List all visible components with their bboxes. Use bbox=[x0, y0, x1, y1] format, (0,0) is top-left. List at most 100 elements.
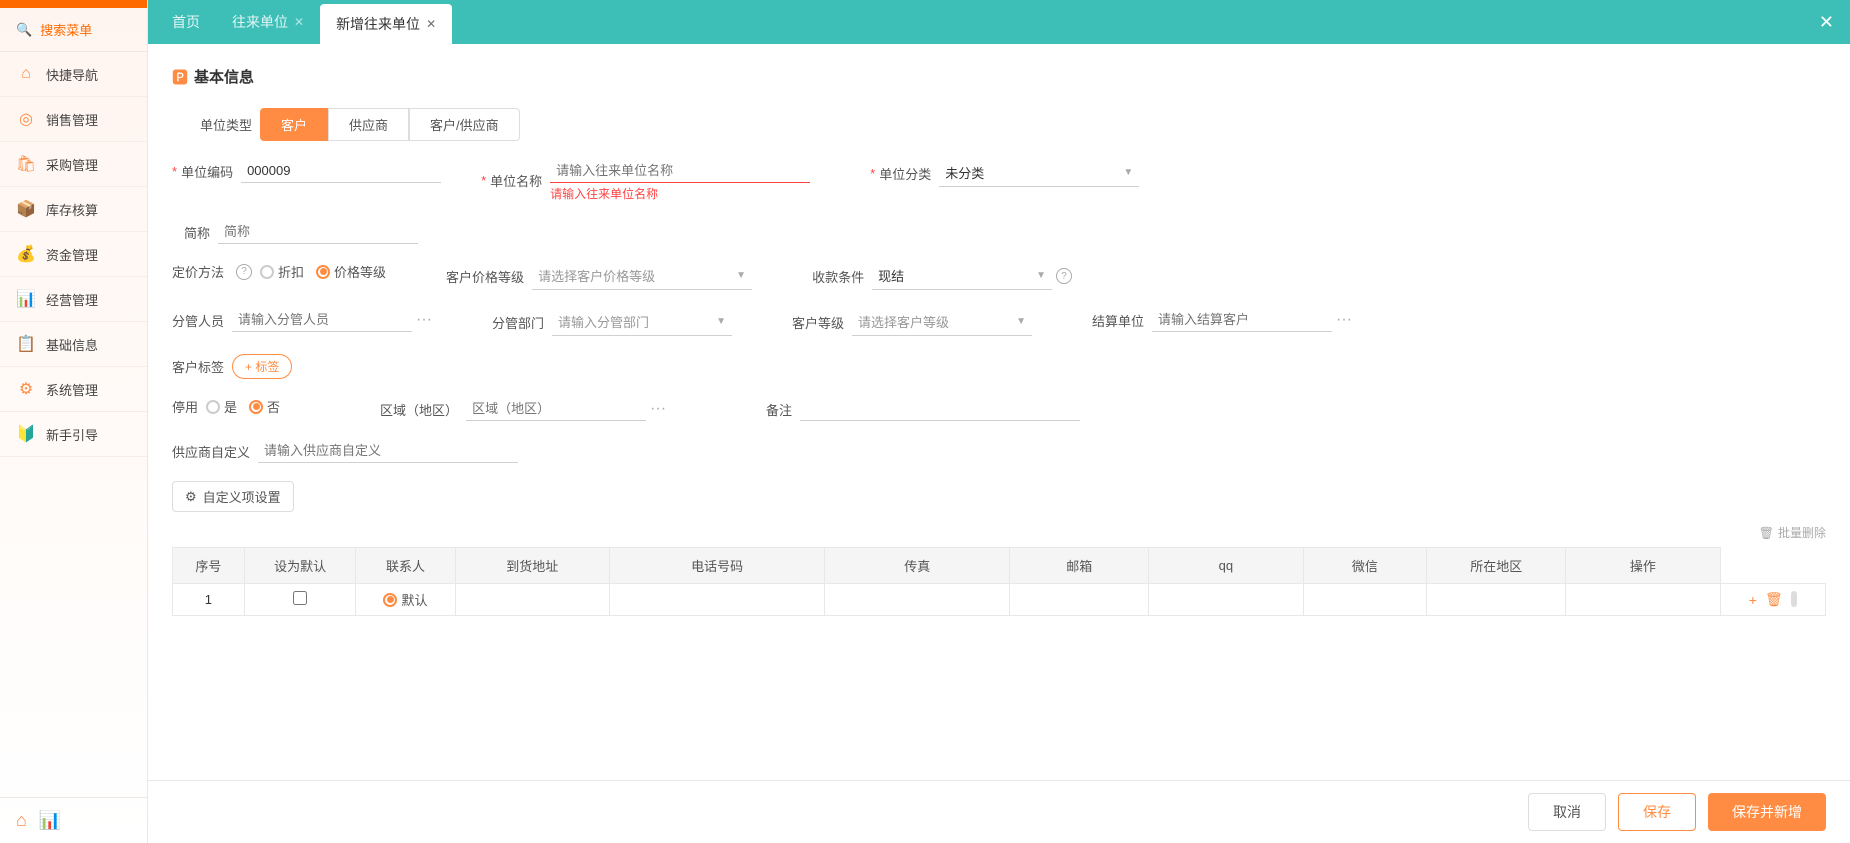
email-input[interactable] bbox=[1186, 592, 1266, 607]
save-button[interactable]: 保存 bbox=[1618, 793, 1696, 831]
chevron-down-icon3: ▼ bbox=[1036, 270, 1046, 281]
unit-name-input-group: 请输入往来单位名称 bbox=[550, 159, 810, 202]
qq-input[interactable] bbox=[1335, 592, 1395, 607]
row-checkbox[interactable] bbox=[293, 591, 307, 605]
sidebar-bottom-icon2[interactable]: 📊 bbox=[39, 810, 61, 831]
sidebar-item-quick-nav[interactable]: ⌂ 快捷导航 bbox=[0, 52, 147, 97]
sidebar-item-guide[interactable]: 🔰 新手引导 bbox=[0, 412, 147, 457]
tab-partners[interactable]: 往来单位✕ bbox=[216, 0, 320, 44]
payment-terms-value: 现结 bbox=[878, 266, 1036, 285]
disable-label-yes: 是 bbox=[224, 397, 237, 416]
sidebar-item-basic[interactable]: 📋 基础信息 bbox=[0, 322, 147, 367]
operations-icon: 📊 bbox=[16, 289, 36, 309]
short-name-input[interactable] bbox=[218, 220, 418, 244]
window-close-button[interactable]: ✕ bbox=[1811, 12, 1842, 33]
tab-home[interactable]: 首页 bbox=[156, 0, 216, 44]
add-tag-button[interactable]: + 标签 bbox=[232, 354, 292, 379]
unit-type-btn-supplier[interactable]: 供应商 bbox=[328, 108, 409, 141]
settlement-more-icon[interactable]: ··· bbox=[1336, 311, 1352, 329]
table-column-header: 所在地区 bbox=[1427, 548, 1566, 584]
tab-new-partner[interactable]: 新增往来单位 ✕ bbox=[320, 4, 452, 44]
customer-price-level-label: 客户价格等级 bbox=[446, 267, 524, 286]
short-name-group: 简称 bbox=[172, 220, 418, 244]
manager-label: 分管人员 bbox=[172, 311, 224, 330]
tab-label-new-partner: 新增往来单位 bbox=[336, 14, 420, 34]
payment-terms-group: 收款条件 现结 ▼ ? bbox=[812, 262, 1072, 290]
sidebar-bottom-icon1[interactable]: ⌂ bbox=[16, 810, 27, 831]
contact-input[interactable] bbox=[492, 592, 572, 607]
unit-type-btn-customer[interactable]: 客户 bbox=[260, 108, 328, 141]
sidebar-item-sales[interactable]: ◎ 销售管理 bbox=[0, 97, 147, 142]
customer-price-level-select[interactable]: 请选择客户价格等级 ▼ bbox=[532, 262, 752, 290]
sidebar-item-label-system: 系统管理 bbox=[46, 380, 98, 399]
manager-more-icon[interactable]: ··· bbox=[416, 311, 432, 329]
manager-group: 分管人员 ··· bbox=[172, 308, 432, 332]
unit-name-input[interactable] bbox=[550, 159, 810, 183]
row-action-buttons: + 🗑 bbox=[1731, 591, 1815, 608]
row-fax bbox=[1010, 584, 1149, 616]
region-input-row[interactable] bbox=[1603, 592, 1683, 607]
save-and-new-button[interactable]: 保存并新增 bbox=[1708, 793, 1826, 831]
customer-level-select[interactable]: 请选择客户等级 ▼ bbox=[852, 308, 1032, 336]
department-placeholder: 请输入分管部门 bbox=[558, 312, 716, 331]
supplier-custom-input[interactable] bbox=[258, 439, 518, 463]
batch-delete-area: 🗑 批量删除 bbox=[172, 524, 1826, 541]
unit-category-select[interactable]: 未分类 ▼ bbox=[939, 159, 1139, 187]
sidebar: 🔍 搜索菜单 ⌂ 快捷导航 ◎ 销售管理 🛍 采购管理 📦 库存核算 💰 资金管… bbox=[0, 0, 148, 843]
payment-help-icon[interactable]: ? bbox=[1056, 268, 1072, 284]
sidebar-item-finance[interactable]: 💰 资金管理 bbox=[0, 232, 147, 277]
disable-radio-no[interactable]: 否 bbox=[249, 397, 280, 416]
payment-terms-select[interactable]: 现结 ▼ bbox=[872, 262, 1052, 290]
fax-input[interactable] bbox=[1044, 592, 1114, 607]
wechat-input[interactable] bbox=[1461, 592, 1531, 607]
row-drag-handle[interactable] bbox=[1791, 591, 1797, 607]
pricing-radio-price_level[interactable]: 价格等级 bbox=[316, 262, 386, 281]
table-column-header: 操作 bbox=[1566, 548, 1720, 584]
tab-close-partners[interactable]: ✕ bbox=[294, 15, 304, 29]
remark-input[interactable] bbox=[800, 397, 1080, 421]
row-delete-button[interactable]: 🗑 bbox=[1765, 591, 1783, 608]
address-input[interactable] bbox=[657, 592, 777, 607]
region-input[interactable] bbox=[466, 397, 646, 421]
table-column-header: 联系人 bbox=[356, 548, 455, 584]
payment-terms-label: 收款条件 bbox=[812, 267, 864, 286]
table-column-header: 微信 bbox=[1303, 548, 1427, 584]
pricing-help-icon[interactable]: ? bbox=[236, 264, 252, 280]
remark-group: 备注 bbox=[766, 397, 1080, 421]
row-actions: + 🗑 bbox=[1720, 584, 1825, 616]
region-more-icon[interactable]: ··· bbox=[650, 400, 666, 418]
department-label: 分管部门 bbox=[492, 313, 544, 332]
settlement-unit-input[interactable] bbox=[1152, 308, 1332, 332]
sidebar-item-label-guide: 新手引导 bbox=[46, 425, 98, 444]
row-default-radio[interactable]: 默认 bbox=[366, 590, 444, 609]
batch-delete-button[interactable]: 🗑 批量删除 bbox=[1759, 524, 1826, 541]
cancel-button[interactable]: 取消 bbox=[1528, 793, 1606, 831]
unit-type-button-group: 客户供应商客户/供应商 bbox=[260, 108, 520, 141]
unit-code-input[interactable] bbox=[241, 159, 441, 183]
default-radio-circle bbox=[383, 593, 397, 607]
disable-radio-yes[interactable]: 是 bbox=[206, 397, 237, 416]
content-area: 🅿 基本信息 单位类型 客户供应商客户/供应商 * 单位编码 * 单位名称 请输… bbox=[148, 44, 1850, 780]
customer-price-level-placeholder: 请选择客户价格等级 bbox=[538, 266, 736, 285]
manager-input[interactable] bbox=[232, 308, 412, 332]
sales-icon: ◎ bbox=[16, 109, 36, 129]
sidebar-item-system[interactable]: ⚙ 系统管理 bbox=[0, 367, 147, 412]
unit-type-btn-both[interactable]: 客户/供应商 bbox=[409, 108, 520, 141]
search-menu-button[interactable]: 🔍 搜索菜单 bbox=[0, 8, 147, 52]
sidebar-item-operations[interactable]: 📊 经营管理 bbox=[0, 277, 147, 322]
pricing-radio-discount[interactable]: 折扣 bbox=[260, 262, 304, 281]
row-add-button[interactable]: + bbox=[1749, 591, 1757, 608]
department-group: 分管部门 请输入分管部门 ▼ bbox=[492, 308, 732, 336]
row-email bbox=[1149, 584, 1303, 616]
department-select[interactable]: 请输入分管部门 ▼ bbox=[552, 308, 732, 336]
sidebar-item-inventory[interactable]: 📦 库存核算 bbox=[0, 187, 147, 232]
customer-price-level-group: 客户价格等级 请选择客户价格等级 ▼ bbox=[446, 262, 752, 290]
row-address bbox=[609, 584, 824, 616]
custom-settings-button[interactable]: ⚙ 自定义项设置 bbox=[172, 481, 294, 512]
short-name-row: 简称 bbox=[172, 220, 1826, 244]
table-column-header: 设为默认 bbox=[244, 548, 356, 584]
sidebar-item-purchase[interactable]: 🛍 采购管理 bbox=[0, 142, 147, 187]
phone-input[interactable] bbox=[867, 592, 967, 607]
sidebar-item-label-inventory: 库存核算 bbox=[46, 200, 98, 219]
tab-close-new-partner[interactable]: ✕ bbox=[426, 17, 436, 31]
